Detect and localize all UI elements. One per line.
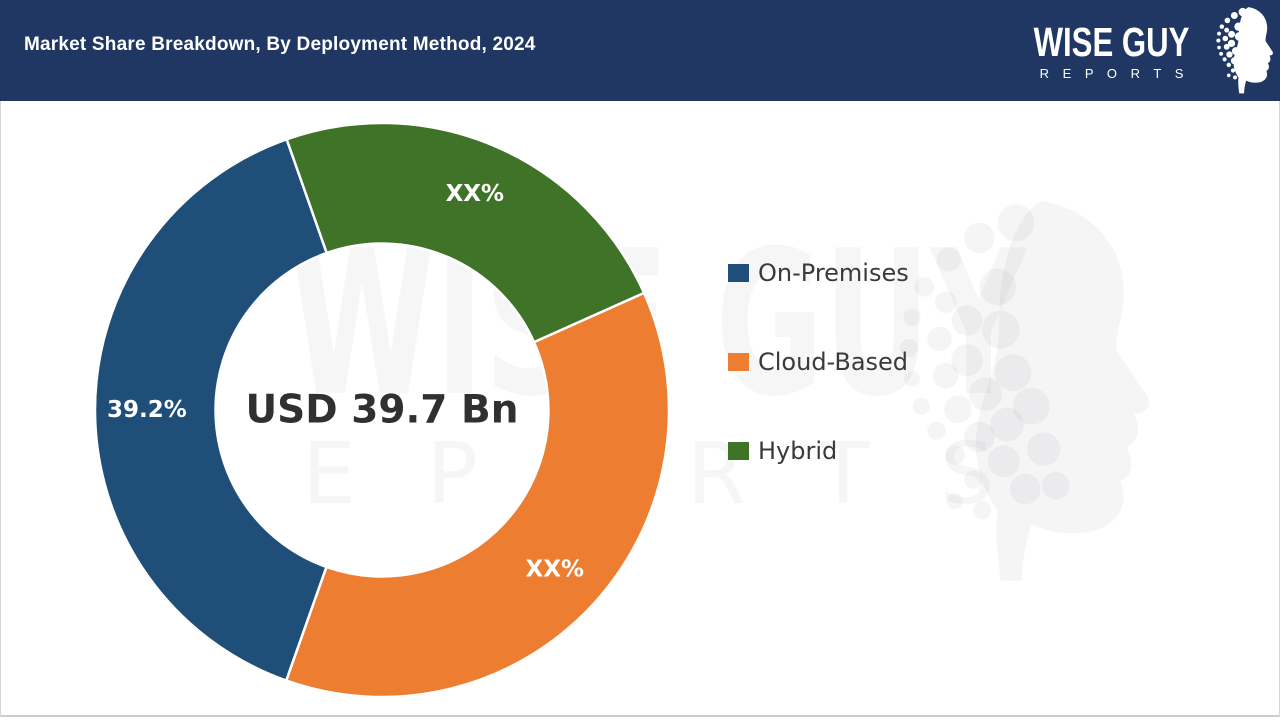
slice-percentage-label: 39.2% — [107, 397, 187, 423]
chart-title: Market Share Breakdown, By Deployment Me… — [24, 34, 536, 55]
slice-percentage-label: XX% — [525, 556, 584, 582]
slice-percentage-label: XX% — [446, 181, 505, 207]
legend-swatch — [728, 264, 749, 282]
donut-slice-cloud-based — [285, 291, 671, 699]
wise-guy-face-icon — [1210, 5, 1274, 97]
donut-center-value: USD 39.7 Bn — [246, 388, 519, 433]
logo-wordmark: WISE GUY — [1033, 18, 1190, 65]
wise-guy-logo: WISE GUY R E P O R T S — [1009, 5, 1274, 97]
logo-text: WISE GUY R E P O R T S — [1009, 18, 1214, 81]
logo-subtext: R E P O R T S — [1039, 65, 1189, 81]
chart-legend: On-Premises Cloud-Based Hybrid — [728, 260, 909, 527]
legend-label: Cloud-Based — [758, 348, 909, 376]
donut-chart: 39.2% XX% XX% USD 39.7 Bn — [90, 118, 674, 702]
header-bar: Market Share Breakdown, By Deployment Me… — [0, 0, 1280, 101]
legend-swatch — [728, 353, 749, 371]
legend-item-hybrid: Hybrid — [728, 438, 909, 464]
legend-swatch — [728, 442, 749, 460]
report-page: WISE GUY R E P O R T S Market Share Brea… — [0, 0, 1280, 720]
donut-chart-svg: 39.2% XX% XX% USD 39.7 Bn — [93, 121, 671, 699]
donut-slice-hybrid — [285, 121, 646, 344]
legend-item-cloud-based: Cloud-Based — [728, 349, 909, 375]
legend-label: Hybrid — [758, 437, 838, 465]
legend-label: On-Premises — [758, 259, 909, 287]
legend-item-on-premises: On-Premises — [728, 260, 909, 286]
